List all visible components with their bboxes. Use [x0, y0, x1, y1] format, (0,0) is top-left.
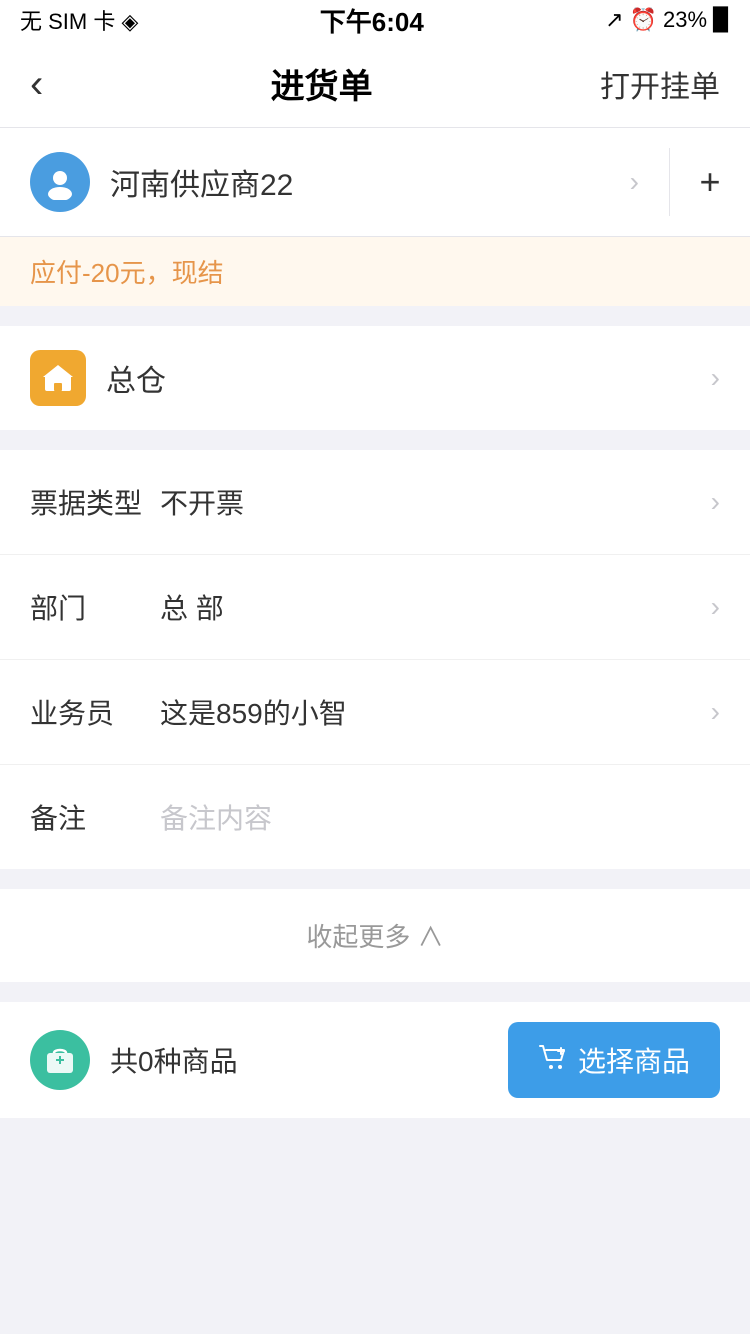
chevron-right-icon: › [630, 166, 639, 198]
battery-icon: ▉ [713, 7, 730, 33]
back-button[interactable]: ‹ [30, 64, 43, 104]
chevron-right-icon: › [711, 362, 720, 394]
department-label: 部门 [30, 587, 150, 627]
status-right: ↗ ⏰ 23% ▉ [605, 7, 730, 33]
select-product-button[interactable]: 选择商品 [508, 1022, 720, 1098]
status-bar: 无 SIM 卡 ◈ 下午6:04 ↗ ⏰ 23% ▉ [0, 0, 750, 40]
warehouse-row[interactable]: 总仓 › [0, 326, 750, 430]
status-left: 无 SIM 卡 ◈ [20, 4, 138, 36]
open-pending-button[interactable]: 打开挂单 [600, 62, 720, 106]
status-time: 下午6:04 [320, 2, 424, 39]
add-supplier-button[interactable]: + [670, 128, 750, 236]
collapse-button[interactable]: 收起更多 ∧ [306, 917, 443, 954]
remark-label: 备注 [30, 797, 150, 837]
supplier-avatar [30, 152, 90, 212]
chevron-right-icon: › [711, 486, 720, 518]
supplier-section: 河南供应商22 › + [0, 128, 750, 237]
invoice-type-row[interactable]: 票据类型 不开票 › [0, 450, 750, 555]
salesperson-value: 这是859的小智 [150, 692, 711, 732]
cart-icon [538, 1044, 568, 1077]
select-product-label: 选择商品 [578, 1040, 690, 1080]
invoice-type-label: 票据类型 [30, 482, 150, 522]
department-value: 总 部 [150, 587, 711, 627]
notice-bar: 应付-20元，现结 [0, 237, 750, 306]
department-row[interactable]: 部门 总 部 › [0, 555, 750, 660]
remark-input[interactable]: 备注内容 [150, 797, 720, 837]
chevron-right-icon: › [711, 591, 720, 623]
product-count: 共0种商品 [110, 1040, 488, 1080]
main-content: 河南供应商22 › + 应付-20元，现结 总仓 › 票据类型 [0, 128, 750, 1118]
salesperson-label: 业务员 [30, 692, 150, 732]
warehouse-name: 总仓 [106, 356, 691, 400]
salesperson-row[interactable]: 业务员 这是859的小智 › [0, 660, 750, 765]
supplier-row[interactable]: 河南供应商22 › [0, 128, 669, 236]
form-section: 票据类型 不开票 › 部门 总 部 › 业务员 这是859的小智 › 备注 备注… [0, 450, 750, 869]
nav-bar: ‹ 进货单 打开挂单 [0, 40, 750, 128]
page-title: 进货单 [271, 59, 373, 108]
warehouse-icon [30, 350, 86, 406]
sim-status: 无 SIM 卡 ◈ [20, 4, 138, 36]
chevron-right-icon: › [711, 696, 720, 728]
collapse-section: 收起更多 ∧ [0, 889, 750, 982]
battery-level: 23% [663, 7, 707, 33]
remark-row: 备注 备注内容 [0, 765, 750, 869]
supplier-name: 河南供应商22 [110, 160, 610, 204]
product-icon [30, 1030, 90, 1090]
alarm-icon: ⏰ [630, 7, 657, 33]
bottom-bar: 共0种商品 选择商品 [0, 1002, 750, 1118]
warehouse-section: 总仓 › [0, 326, 750, 430]
location-icon: ↗ [605, 7, 623, 33]
invoice-type-value: 不开票 [150, 482, 711, 522]
